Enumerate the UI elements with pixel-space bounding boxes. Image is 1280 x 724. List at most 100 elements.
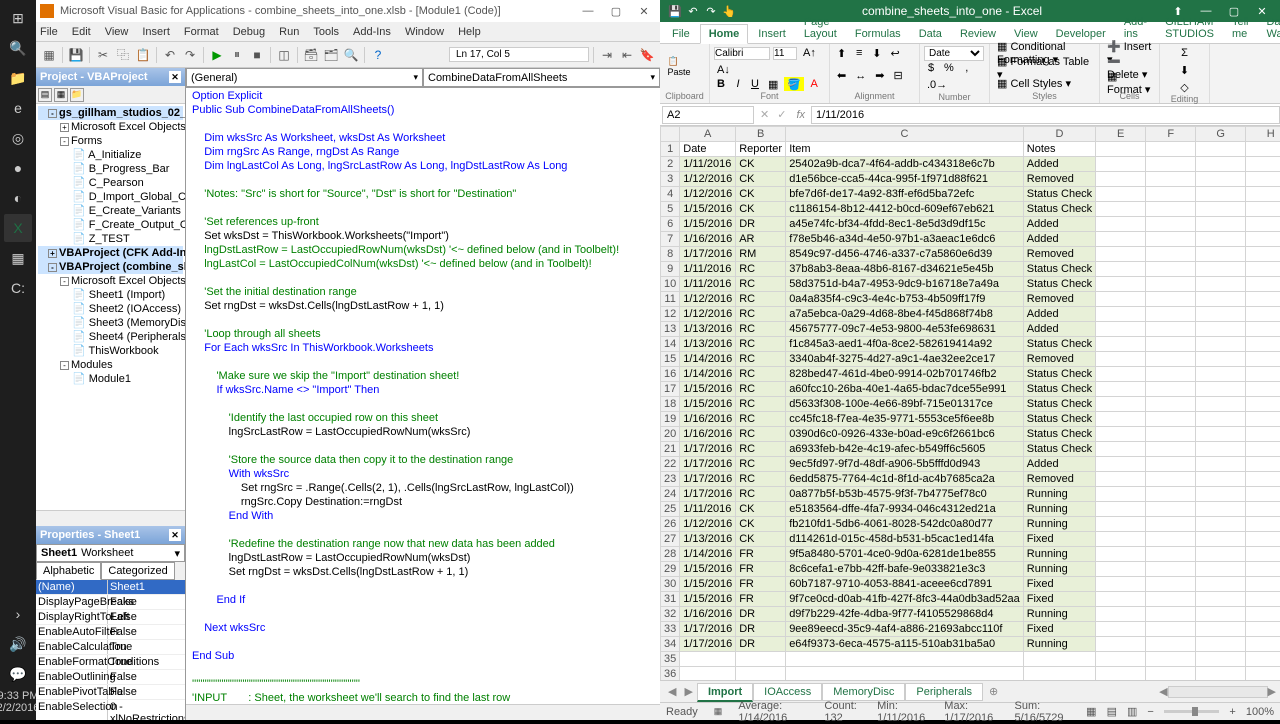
col-header[interactable]: C [786, 127, 1024, 142]
cell[interactable] [1146, 142, 1196, 157]
col-header[interactable]: H [1246, 127, 1280, 142]
tree-node[interactable]: 📄 Sheet1 (Import) [38, 288, 183, 302]
cell[interactable]: 1/11/2016 [680, 502, 736, 517]
cell[interactable] [1246, 457, 1280, 472]
cell[interactable] [1196, 472, 1246, 487]
menu-format[interactable]: Format [184, 26, 219, 38]
cell[interactable]: fb210fd1-5db6-4061-8028-542dc0a80d77 [786, 517, 1024, 532]
hscroll-left-icon[interactable]: ◀ [1159, 685, 1167, 698]
cell[interactable]: RC [736, 367, 786, 382]
cell[interactable]: FR [736, 562, 786, 577]
cell[interactable] [1196, 652, 1246, 667]
row-header[interactable]: 17 [661, 382, 680, 397]
cell[interactable] [1096, 142, 1146, 157]
cell[interactable] [1096, 652, 1146, 667]
cell[interactable] [1196, 157, 1246, 172]
cell[interactable]: FR [736, 577, 786, 592]
cell[interactable]: RC [736, 352, 786, 367]
cell[interactable]: 0390d6c0-0926-433e-b0ad-e9c6f2661bc6 [786, 427, 1024, 442]
cell[interactable]: 9f5a8480-5701-4ce0-9d0a-6281de1be855 [786, 547, 1024, 562]
tree-node[interactable]: 📄 F_Create_Output_OLD [38, 218, 183, 232]
cell[interactable] [786, 667, 1024, 681]
cell[interactable] [1246, 607, 1280, 622]
row-header[interactable]: 24 [661, 487, 680, 502]
row-header[interactable]: 15 [661, 352, 680, 367]
cell[interactable] [1146, 622, 1196, 637]
align-middle-icon[interactable]: ≡ [852, 46, 866, 60]
property-row[interactable]: (Name)Sheet1 [36, 580, 185, 595]
cell[interactable] [1246, 652, 1280, 667]
cell[interactable] [1146, 472, 1196, 487]
cell[interactable] [1246, 187, 1280, 202]
cell[interactable] [1246, 157, 1280, 172]
cell[interactable]: Status Check [1023, 397, 1095, 412]
cell[interactable] [1196, 427, 1246, 442]
tree-node[interactable]: 📄 C_Pearson [38, 176, 183, 190]
cell[interactable]: 1/12/2016 [680, 187, 736, 202]
cell[interactable] [1196, 307, 1246, 322]
cell[interactable] [1246, 532, 1280, 547]
cell[interactable] [1096, 292, 1146, 307]
cell[interactable] [1096, 502, 1146, 517]
cell[interactable] [1146, 457, 1196, 472]
cell[interactable]: Running [1023, 637, 1095, 652]
tree-node[interactable]: 📄 Sheet3 (MemoryDisc) [38, 316, 183, 330]
cell[interactable] [1146, 547, 1196, 562]
cell[interactable] [1146, 562, 1196, 577]
cell[interactable] [1146, 172, 1196, 187]
row-header[interactable]: 31 [661, 592, 680, 607]
project-explorer-icon[interactable]: 🗃 [302, 46, 320, 64]
cell[interactable] [1246, 517, 1280, 532]
cell[interactable]: d114261d-015c-458d-b531-b5cac1ed14fa [786, 532, 1024, 547]
sheet-tab-peripherals[interactable]: Peripherals [905, 683, 983, 701]
cell[interactable]: 1/13/2016 [680, 322, 736, 337]
cell[interactable] [1146, 637, 1196, 652]
tree-node[interactable]: -Forms [38, 134, 183, 148]
row-header[interactable]: 29 [661, 562, 680, 577]
cell[interactable]: 1/12/2016 [680, 292, 736, 307]
cell[interactable]: 1/15/2016 [680, 202, 736, 217]
object-browser-icon[interactable]: 🔍 [342, 46, 360, 64]
cell[interactable]: e64f9373-6eca-4575-a115-510ab31ba5a0 [786, 637, 1024, 652]
cell[interactable] [1196, 352, 1246, 367]
cell[interactable]: 1/15/2016 [680, 562, 736, 577]
cell[interactable]: 1/15/2016 [680, 592, 736, 607]
code-editor[interactable]: Option Explicit Public Sub CombineDataFr… [186, 88, 660, 704]
menu-tools[interactable]: Tools [313, 26, 339, 38]
cell[interactable]: 1/11/2016 [680, 277, 736, 292]
view-object-icon[interactable]: ▦ [54, 88, 68, 102]
col-header[interactable]: B [736, 127, 786, 142]
cell[interactable] [1096, 442, 1146, 457]
cell[interactable] [1246, 322, 1280, 337]
cell[interactable]: 6edd5875-7764-4c1d-8f1d-ac4b7685ca2a [786, 472, 1024, 487]
cell[interactable]: d1e56bce-cca5-44ca-995f-1f971d88f621 [786, 172, 1024, 187]
row-header[interactable]: 16 [661, 367, 680, 382]
cell[interactable] [1246, 577, 1280, 592]
cell[interactable]: Added [1023, 457, 1095, 472]
cell[interactable] [1246, 352, 1280, 367]
cell[interactable]: RC [736, 397, 786, 412]
tab-categorized[interactable]: Categorized [101, 562, 174, 580]
row-header[interactable]: 11 [661, 292, 680, 307]
font-color-icon[interactable]: A [807, 77, 821, 91]
cell[interactable]: Running [1023, 547, 1095, 562]
tree-node[interactable]: 📄 Sheet2 (IOAccess) [38, 302, 183, 316]
cell[interactable]: Removed [1023, 352, 1095, 367]
cell[interactable]: Removed [1023, 472, 1095, 487]
cell[interactable]: 9f7ce0cd-d0ab-41fb-427f-8fc3-44a0db3ad52… [786, 592, 1024, 607]
cell[interactable] [1196, 232, 1246, 247]
cell[interactable]: CK [736, 202, 786, 217]
cell[interactable] [1246, 142, 1280, 157]
cancel-icon[interactable]: ✕ [756, 108, 773, 121]
row-header[interactable]: 35 [661, 652, 680, 667]
cell[interactable] [680, 667, 736, 681]
cell[interactable] [1196, 547, 1246, 562]
ribbon-tab-file[interactable]: File [664, 25, 698, 43]
cell[interactable] [1146, 247, 1196, 262]
help-icon[interactable]: ? [369, 46, 387, 64]
property-row[interactable]: EnableOutliningFalse [36, 670, 185, 685]
cell[interactable] [1246, 667, 1280, 681]
cell[interactable]: Status Check [1023, 337, 1095, 352]
cell[interactable]: 1/15/2016 [680, 382, 736, 397]
cell[interactable]: a7a5ebca-0a29-4d68-8be4-f45d868f74b8 [786, 307, 1024, 322]
